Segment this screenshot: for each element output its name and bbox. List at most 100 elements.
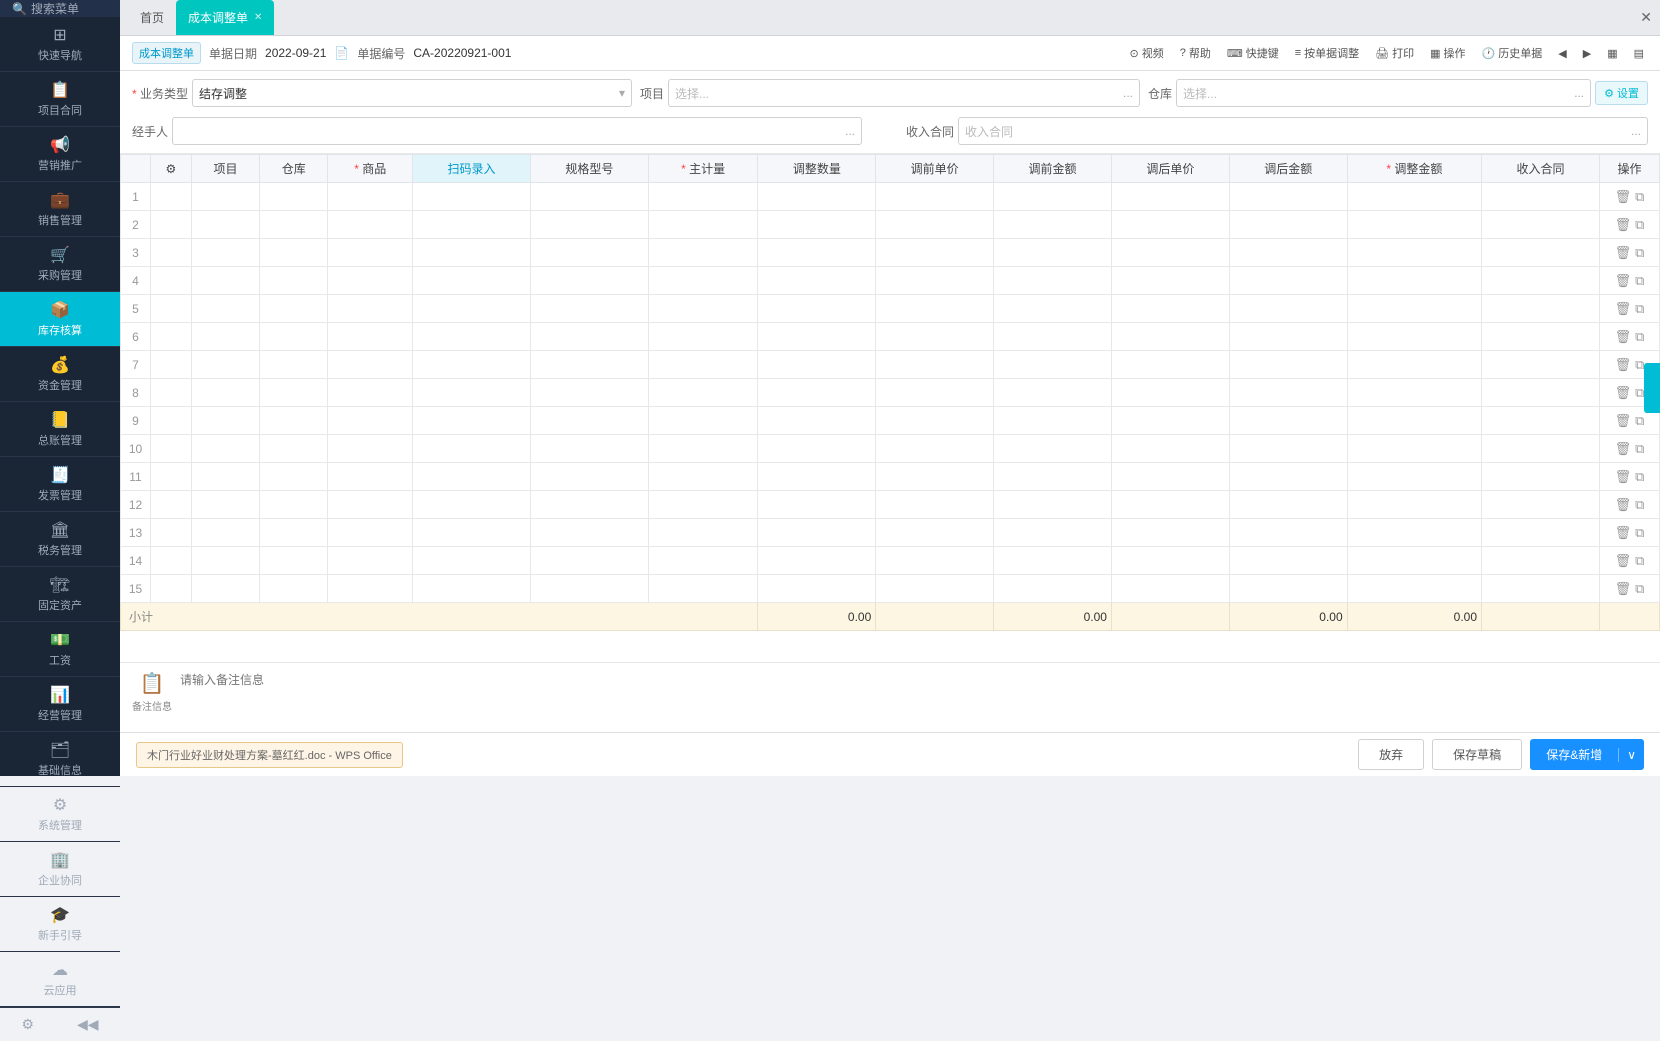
cell-after_price[interactable]: [1111, 407, 1229, 435]
cell-after_price[interactable]: [1111, 435, 1229, 463]
cell-unit[interactable]: [648, 351, 758, 379]
cell-after_amount[interactable]: [1229, 239, 1347, 267]
cell-after_amount[interactable]: [1229, 575, 1347, 603]
cell-income_contract[interactable]: [1482, 575, 1600, 603]
cell-product[interactable]: [328, 239, 413, 267]
cell-before_price[interactable]: [876, 519, 994, 547]
cell-after_amount[interactable]: [1229, 351, 1347, 379]
sidebar-item-ledger-mgmt[interactable]: 📒总账管理: [0, 402, 120, 457]
cell-project[interactable]: [191, 267, 259, 295]
cell-adjust_amount[interactable]: [1347, 295, 1481, 323]
cell-scan_input[interactable]: [413, 575, 531, 603]
cell-after_amount[interactable]: [1229, 407, 1347, 435]
delete-icon[interactable]: 🗑: [1615, 413, 1632, 429]
delete-icon[interactable]: 🗑: [1615, 245, 1632, 261]
sidebar-item-sys-mgmt[interactable]: ⚙系统管理: [0, 787, 120, 842]
col-settings[interactable]: ⚙: [151, 155, 192, 183]
delete-icon[interactable]: 🗑: [1615, 329, 1632, 345]
cell-after_amount[interactable]: [1229, 323, 1347, 351]
toolbar-ops-btn[interactable]: ▦ 操作: [1426, 43, 1469, 63]
cell-unit[interactable]: [648, 183, 758, 211]
cell-ops[interactable]: 🗑⧉: [1600, 323, 1660, 351]
toolbar-print-btn[interactable]: 🖨 打印: [1371, 43, 1418, 63]
copy-icon[interactable]: ⧉: [1635, 441, 1644, 457]
cell-warehouse[interactable]: [260, 183, 328, 211]
copy-icon[interactable]: ⧉: [1635, 329, 1644, 345]
cell-spec[interactable]: [530, 379, 648, 407]
cell-settings[interactable]: [151, 211, 192, 239]
cell-ops[interactable]: 🗑⧉: [1600, 547, 1660, 575]
cell-unit[interactable]: [648, 575, 758, 603]
cell-warehouse[interactable]: [260, 435, 328, 463]
cell-project[interactable]: [191, 519, 259, 547]
delete-icon[interactable]: 🗑: [1615, 553, 1632, 569]
cell-scan_input[interactable]: [413, 211, 531, 239]
cell-before_price[interactable]: [876, 575, 994, 603]
cell-adjust_amount[interactable]: [1347, 267, 1481, 295]
delete-icon[interactable]: 🗑: [1615, 525, 1632, 541]
cell-spec[interactable]: [530, 323, 648, 351]
cell-adjust_qty[interactable]: [758, 323, 876, 351]
cell-warehouse[interactable]: [260, 407, 328, 435]
cell-adjust_qty[interactable]: [758, 183, 876, 211]
cell-before_amount[interactable]: [994, 295, 1112, 323]
sidebar-item-payroll[interactable]: 💵工资: [0, 622, 120, 677]
cell-warehouse[interactable]: [260, 323, 328, 351]
cell-product[interactable]: [328, 211, 413, 239]
cell-scan_input[interactable]: [413, 351, 531, 379]
cell-settings[interactable]: [151, 379, 192, 407]
cell-before_price[interactable]: [876, 491, 994, 519]
tab-home[interactable]: 首页: [128, 0, 176, 35]
cell-before_price[interactable]: [876, 351, 994, 379]
cell-after_price[interactable]: [1111, 211, 1229, 239]
cell-adjust_qty[interactable]: [758, 267, 876, 295]
cell-spec[interactable]: [530, 463, 648, 491]
cell-project[interactable]: [191, 211, 259, 239]
cell-adjust_amount[interactable]: [1347, 463, 1481, 491]
cell-adjust_amount[interactable]: [1347, 491, 1481, 519]
cell-unit[interactable]: [648, 491, 758, 519]
cell-settings[interactable]: [151, 463, 192, 491]
copy-icon[interactable]: ⧉: [1635, 385, 1644, 401]
cell-adjust_amount[interactable]: [1347, 547, 1481, 575]
cell-after_amount[interactable]: [1229, 519, 1347, 547]
settings-button[interactable]: ⚙ 设置: [1595, 81, 1648, 105]
cell-scan_input[interactable]: [413, 407, 531, 435]
copy-icon[interactable]: ⧉: [1635, 413, 1644, 429]
sidebar-item-sales-promo[interactable]: 📢营销推广: [0, 127, 120, 182]
cell-product[interactable]: [328, 547, 413, 575]
cell-product[interactable]: [328, 183, 413, 211]
cell-scan_input[interactable]: [413, 547, 531, 575]
window-close-icon[interactable]: ✕: [1640, 9, 1652, 26]
cell-scan_input[interactable]: [413, 491, 531, 519]
cell-before_price[interactable]: [876, 211, 994, 239]
cell-product[interactable]: [328, 295, 413, 323]
cell-spec[interactable]: [530, 519, 648, 547]
copy-icon[interactable]: ⧉: [1635, 497, 1644, 513]
cell-settings[interactable]: [151, 267, 192, 295]
cell-income_contract[interactable]: [1482, 379, 1600, 407]
cell-warehouse[interactable]: [260, 575, 328, 603]
cell-income_contract[interactable]: [1482, 351, 1600, 379]
cell-unit[interactable]: [648, 435, 758, 463]
cell-after_price[interactable]: [1111, 519, 1229, 547]
cell-after_amount[interactable]: [1229, 379, 1347, 407]
cell-project[interactable]: [191, 463, 259, 491]
cell-adjust_qty[interactable]: [758, 379, 876, 407]
copy-icon[interactable]: ⧉: [1635, 469, 1644, 485]
cell-warehouse[interactable]: [260, 463, 328, 491]
project-input[interactable]: 选择... ...: [668, 79, 1140, 107]
cell-income_contract[interactable]: [1482, 267, 1600, 295]
cell-adjust_amount[interactable]: [1347, 519, 1481, 547]
cell-adjust_qty[interactable]: [758, 575, 876, 603]
save-new-button[interactable]: 保存&新增 ∨: [1530, 739, 1644, 770]
cell-income_contract[interactable]: [1482, 491, 1600, 519]
cell-settings[interactable]: [151, 323, 192, 351]
sidebar-item-sales-mgmt[interactable]: 💼销售管理: [0, 182, 120, 237]
cell-unit[interactable]: [648, 407, 758, 435]
cell-adjust_qty[interactable]: [758, 351, 876, 379]
cell-before_amount[interactable]: [994, 379, 1112, 407]
cell-adjust_amount[interactable]: [1347, 407, 1481, 435]
cell-spec[interactable]: [530, 351, 648, 379]
toolbar-help-btn[interactable]: ? 帮助: [1176, 43, 1215, 63]
